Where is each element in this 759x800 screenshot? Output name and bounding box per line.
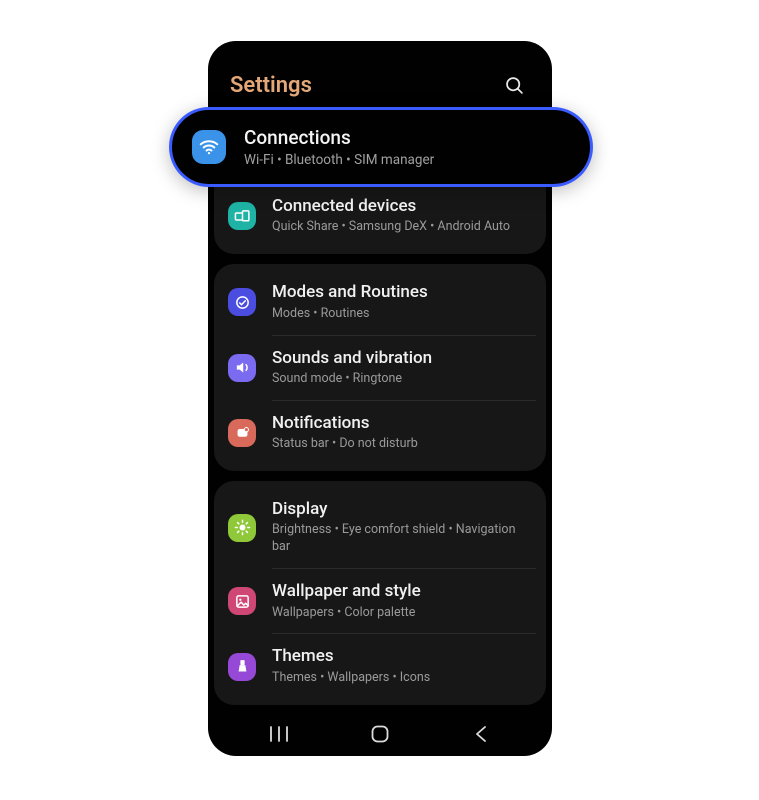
connections-text: Connections Wi-Fi • Bluetooth • SIM mana… (244, 126, 434, 168)
settings-item-title: Connected devices (272, 196, 532, 216)
settings-item-text: Themes Themes • Wallpapers • Icons (272, 646, 532, 686)
settings-item-text: Modes and Routines Modes • Routines (272, 282, 532, 322)
recents-button[interactable] (249, 719, 309, 749)
settings-item-text: Wallpaper and style Wallpapers • Color pa… (272, 581, 532, 621)
settings-item-notifications[interactable]: Notifications Status bar • Do not disturb (214, 401, 546, 465)
notifications-icon (228, 419, 256, 447)
settings-item-title: Modes and Routines (272, 282, 532, 302)
modes-icon (228, 288, 256, 316)
settings-item-title: Display (272, 499, 532, 519)
settings-item-sounds[interactable]: Sounds and vibration Sound mode • Rington… (214, 336, 546, 400)
settings-item-modes[interactable]: Modes and Routines Modes • Routines (214, 270, 546, 334)
settings-item-text: Sounds and vibration Sound mode • Rington… (272, 348, 532, 388)
connected-devices-icon (228, 202, 256, 230)
wallpaper-icon (228, 587, 256, 615)
settings-item-text: Connected devices Quick Share • Samsung D… (272, 196, 532, 236)
search-icon (504, 75, 525, 96)
settings-item-display[interactable]: Display Brightness • Eye comfort shield •… (214, 487, 546, 568)
settings-group: Modes and Routines Modes • Routines Sounds… (214, 264, 546, 471)
settings-content: Connected devices Quick Share • Samsung D… (208, 116, 552, 712)
back-button[interactable] (451, 719, 511, 749)
settings-item-subtitle: Quick Share • Samsung DeX • Android Auto (272, 219, 532, 236)
search-button[interactable] (502, 74, 526, 98)
settings-item-subtitle: Themes • Wallpapers • Icons (272, 670, 532, 687)
sound-icon (228, 354, 256, 382)
system-navbar (208, 712, 552, 756)
settings-header: Settings (208, 41, 552, 116)
settings-item-subtitle: Brightness • Eye comfort shield • Naviga… (272, 522, 532, 556)
settings-item-subtitle: Sound mode • Ringtone (272, 371, 532, 388)
settings-item-subtitle: Status bar • Do not disturb (272, 436, 532, 453)
settings-item-connections[interactable]: Connections Wi-Fi • Bluetooth • SIM mana… (169, 107, 593, 187)
settings-item-themes[interactable]: Themes Themes • Wallpapers • Icons (214, 634, 546, 698)
connections-title: Connections (244, 126, 434, 149)
settings-item-text: Notifications Status bar • Do not disturb (272, 413, 532, 453)
settings-item-subtitle: Wallpapers • Color palette (272, 605, 532, 622)
settings-item-connected-devices[interactable]: Connected devices Quick Share • Samsung D… (214, 184, 546, 248)
settings-item-title: Sounds and vibration (272, 348, 532, 368)
settings-item-text: Display Brightness • Eye comfort shield •… (272, 499, 532, 556)
home-icon (371, 725, 389, 743)
settings-item-title: Wallpaper and style (272, 581, 532, 601)
home-button[interactable] (350, 719, 410, 749)
recents-icon (269, 726, 289, 742)
settings-group: Display Brightness • Eye comfort shield •… (214, 481, 546, 705)
display-icon (228, 514, 256, 542)
settings-item-title: Themes (272, 646, 532, 666)
connections-subtitle: Wi-Fi • Bluetooth • SIM manager (244, 152, 434, 168)
themes-icon (228, 653, 256, 681)
settings-item-title: Notifications (272, 413, 532, 433)
settings-item-wallpaper[interactable]: Wallpaper and style Wallpapers • Color pa… (214, 569, 546, 633)
back-icon (474, 725, 488, 743)
page-title: Settings (230, 73, 312, 98)
settings-item-subtitle: Modes • Routines (272, 306, 532, 323)
wifi-icon (192, 130, 226, 164)
